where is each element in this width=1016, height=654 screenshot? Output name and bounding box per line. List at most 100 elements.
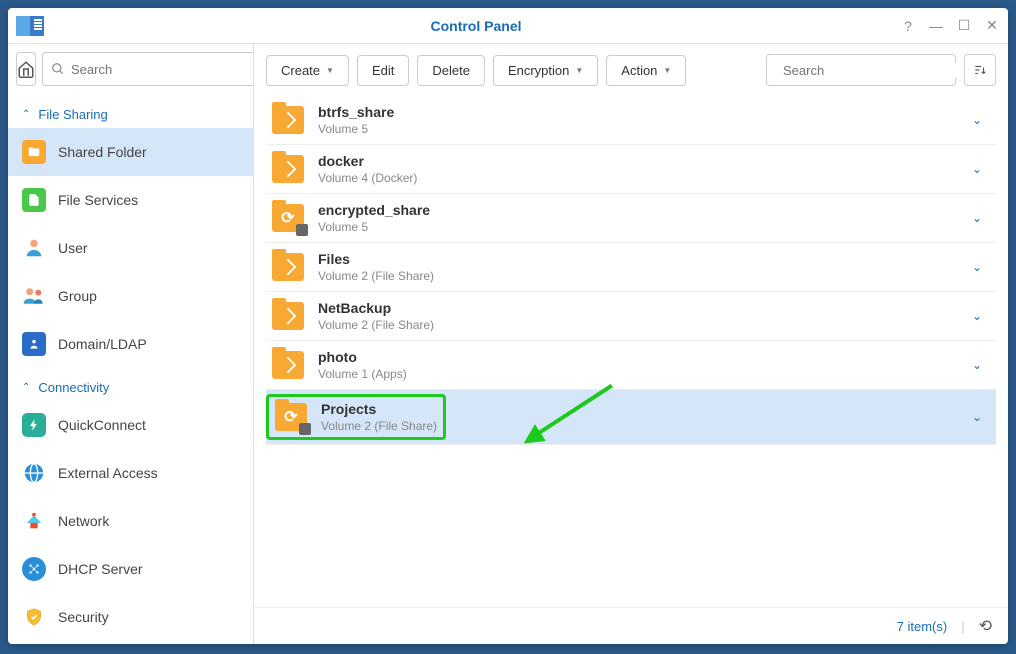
chevron-down-icon[interactable]: ⌄ <box>972 410 990 424</box>
folder-row[interactable]: encrypted_share Volume 5 ⌄ <box>266 194 996 243</box>
main-content: Create ▼ Edit Delete Encryption ▼ Action… <box>254 44 1008 644</box>
folder-location: Volume 2 (File Share) <box>321 419 437 433</box>
lock-badge-icon <box>299 423 311 435</box>
button-label: Create <box>281 63 320 78</box>
sidebar-item-external-access[interactable]: External Access <box>8 449 253 497</box>
folder-row[interactable]: Files Volume 2 (File Share) ⌄ <box>266 243 996 292</box>
folder-location: Volume 5 <box>318 122 394 136</box>
folder-icon <box>272 155 304 183</box>
folder-row-selected[interactable]: Projects Volume 2 (File Share) ⌄ <box>266 390 996 445</box>
divider: | <box>961 619 964 634</box>
section-connectivity[interactable]: ⌃ Connectivity <box>8 368 253 401</box>
folder-row[interactable]: docker Volume 4 (Docker) ⌄ <box>266 145 996 194</box>
section-label: File Sharing <box>38 107 107 122</box>
sidebar-item-network[interactable]: Network <box>8 497 253 545</box>
sidebar-search-input[interactable] <box>71 62 247 77</box>
help-button[interactable]: ? <box>900 18 916 34</box>
sort-button[interactable] <box>964 54 996 86</box>
home-button[interactable] <box>16 52 36 86</box>
sidebar-item-security[interactable]: Security <box>8 593 253 641</box>
folder-location: Volume 5 <box>318 220 430 234</box>
encryption-button[interactable]: Encryption ▼ <box>493 55 598 86</box>
folder-name: NetBackup <box>318 300 434 316</box>
maximize-button[interactable]: ☐ <box>956 18 972 34</box>
sidebar-item-label: User <box>58 240 88 256</box>
chevron-down-icon[interactable]: ⌄ <box>972 309 990 323</box>
action-button[interactable]: Action ▼ <box>606 55 686 86</box>
folder-icon <box>272 106 304 134</box>
minimize-button[interactable]: — <box>928 18 944 34</box>
section-file-sharing[interactable]: ⌃ File Sharing <box>8 95 253 128</box>
sidebar-item-domain-ldap[interactable]: Domain/LDAP <box>8 320 253 368</box>
sidebar-item-label: Domain/LDAP <box>58 336 147 352</box>
caret-down-icon: ▼ <box>575 66 583 75</box>
security-icon <box>22 605 46 629</box>
sidebar-item-label: Shared Folder <box>58 144 147 160</box>
chevron-down-icon[interactable]: ⌄ <box>972 260 990 274</box>
footer: 7 item(s) | ⟲ <box>254 607 1008 644</box>
chevron-up-icon: ⌃ <box>22 109 30 120</box>
edit-button[interactable]: Edit <box>357 55 409 86</box>
search-icon <box>51 62 65 76</box>
sidebar-item-quickconnect[interactable]: QuickConnect <box>8 401 253 449</box>
folder-icon <box>272 302 304 330</box>
sidebar-item-shared-folder[interactable]: Shared Folder <box>8 128 253 176</box>
folder-location: Volume 1 (Apps) <box>318 367 407 381</box>
button-label: Encryption <box>508 63 569 78</box>
sidebar-item-label: File Services <box>58 192 138 208</box>
sidebar-search[interactable] <box>42 52 254 86</box>
sidebar: ⌃ File Sharing Shared Folder File Servic… <box>8 44 254 644</box>
folder-row[interactable]: btrfs_share Volume 5 ⌄ <box>266 96 996 145</box>
sidebar-item-file-services[interactable]: File Services <box>8 176 253 224</box>
domain-ldap-icon <box>22 332 46 356</box>
titlebar: Control Panel ? — ☐ ✕ <box>8 8 1008 44</box>
close-button[interactable]: ✕ <box>984 18 1000 34</box>
dhcp-server-icon <box>22 557 46 581</box>
button-label: Delete <box>432 63 470 78</box>
sidebar-item-dhcp-server[interactable]: DHCP Server <box>8 545 253 593</box>
chevron-down-icon[interactable]: ⌄ <box>972 211 990 225</box>
user-icon <box>22 236 46 260</box>
sidebar-item-group[interactable]: Group <box>8 272 253 320</box>
caret-down-icon: ▼ <box>326 66 334 75</box>
sidebar-item-label: External Access <box>58 465 158 481</box>
folder-location: Volume 2 (File Share) <box>318 318 434 332</box>
file-services-icon <box>22 188 46 212</box>
folder-row[interactable]: NetBackup Volume 2 (File Share) ⌄ <box>266 292 996 341</box>
lock-badge-icon <box>296 224 308 236</box>
folder-list: btrfs_share Volume 5 ⌄ docker Volume 4 (… <box>254 96 1008 607</box>
sort-icon <box>973 63 987 77</box>
refresh-button[interactable]: ⟲ <box>979 616 992 636</box>
folder-name: Projects <box>321 401 437 417</box>
sidebar-item-label: Network <box>58 513 109 529</box>
chevron-down-icon[interactable]: ⌄ <box>972 358 990 372</box>
chevron-up-icon: ⌃ <box>22 382 30 393</box>
section-label: Connectivity <box>38 380 109 395</box>
folder-row[interactable]: photo Volume 1 (Apps) ⌄ <box>266 341 996 390</box>
sidebar-item-label: Group <box>58 288 97 304</box>
folder-encrypted-icon <box>275 403 307 431</box>
toolbar-search-input[interactable] <box>783 63 959 78</box>
create-button[interactable]: Create ▼ <box>266 55 349 86</box>
sidebar-item-label: Security <box>58 609 109 625</box>
sidebar-item-label: QuickConnect <box>58 417 146 433</box>
external-access-icon <box>22 461 46 485</box>
item-count: 7 item(s) <box>897 619 948 634</box>
chevron-down-icon[interactable]: ⌄ <box>972 162 990 176</box>
sidebar-item-user[interactable]: User <box>8 224 253 272</box>
shared-folder-icon <box>22 140 46 164</box>
delete-button[interactable]: Delete <box>417 55 485 86</box>
sidebar-item-label: DHCP Server <box>58 561 143 577</box>
toolbar-search[interactable] <box>766 54 956 86</box>
button-label: Action <box>621 63 657 78</box>
caret-down-icon: ▼ <box>663 66 671 75</box>
folder-name: Files <box>318 251 434 267</box>
app-icon <box>16 16 44 36</box>
group-icon <box>22 284 46 308</box>
window-title: Control Panel <box>52 18 900 34</box>
folder-name: encrypted_share <box>318 202 430 218</box>
folder-encrypted-icon <box>272 204 304 232</box>
network-icon <box>22 509 46 533</box>
folder-icon <box>272 351 304 379</box>
chevron-down-icon[interactable]: ⌄ <box>972 113 990 127</box>
